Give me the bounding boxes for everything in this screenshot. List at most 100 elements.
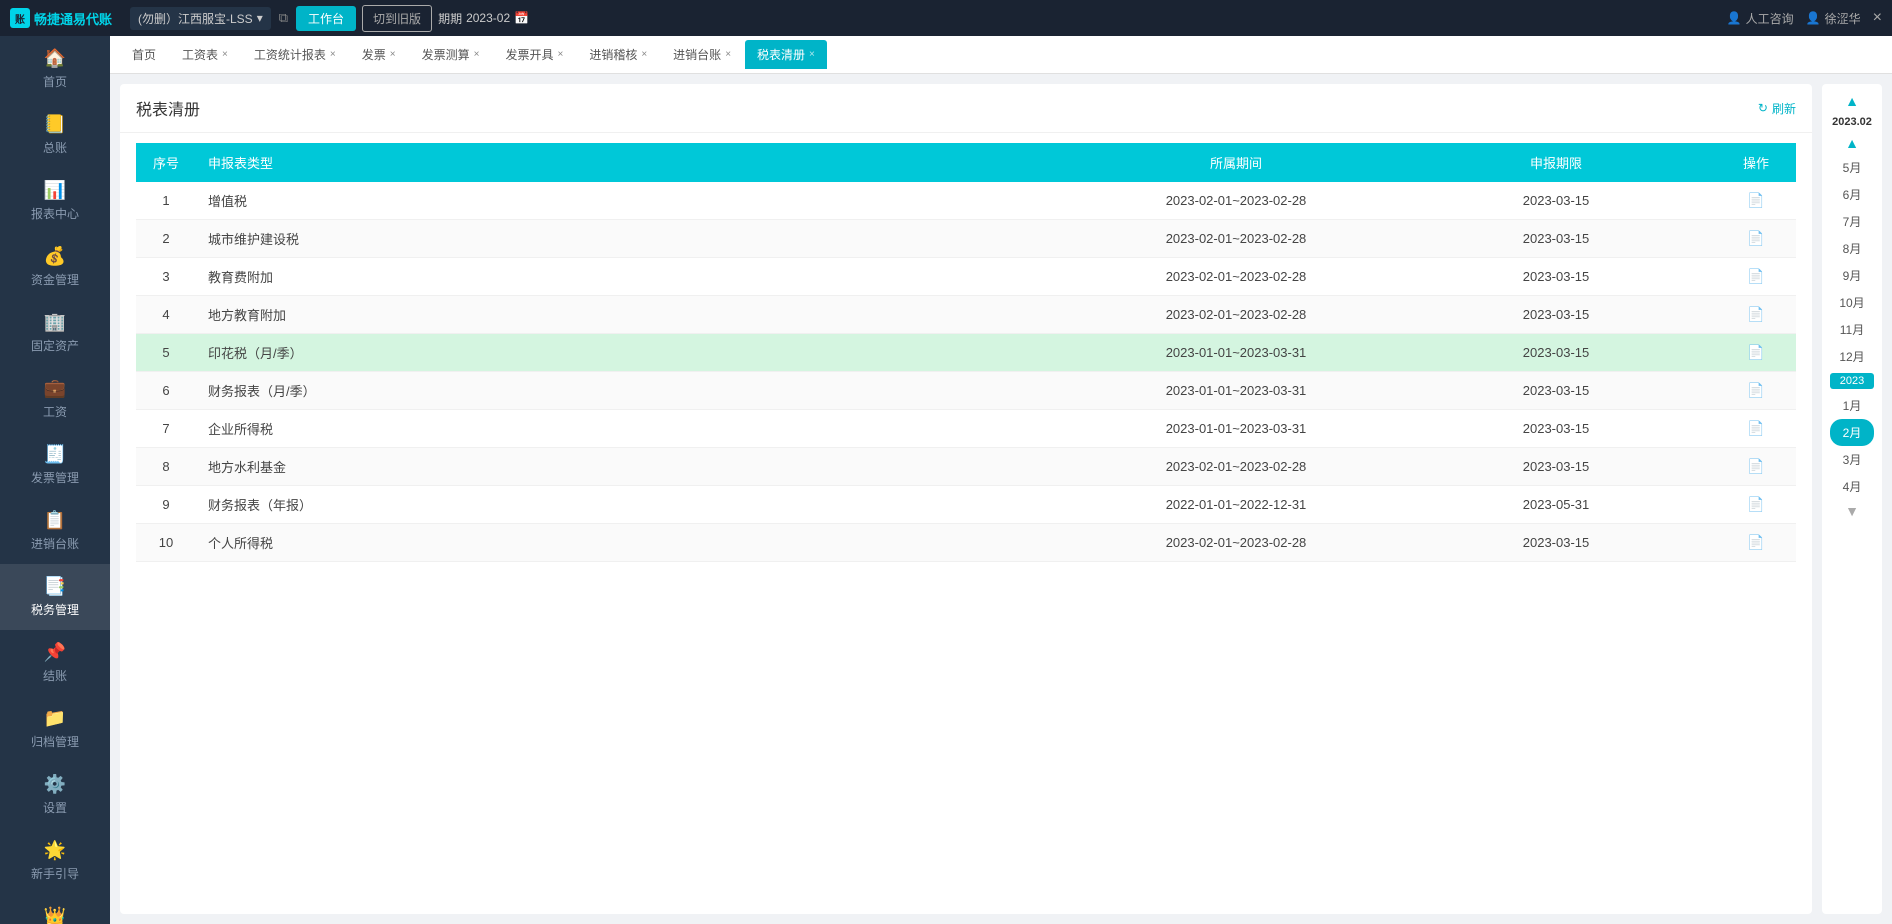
date-nav-down[interactable]: ▼	[1842, 500, 1862, 522]
cell-period: 2023-02-01~2023-02-28	[1076, 524, 1396, 562]
cell-no: 5	[136, 334, 196, 372]
tab-close-icon[interactable]: ×	[330, 49, 336, 60]
col-action: 操作	[1716, 143, 1796, 182]
tab-home[interactable]: 首页	[120, 40, 168, 69]
action-icon[interactable]: 📄	[1747, 458, 1764, 474]
col-period: 所属期间	[1076, 143, 1396, 182]
cell-action: 📄	[1716, 182, 1796, 220]
month-5[interactable]: 5月	[1830, 154, 1874, 181]
date-nav-up[interactable]: ▲	[1842, 90, 1862, 112]
cell-deadline: 2023-03-15	[1396, 182, 1716, 220]
cell-no: 9	[136, 486, 196, 524]
tab-label: 发票	[362, 46, 386, 63]
action-icon[interactable]: 📄	[1747, 306, 1764, 322]
sidebar-item-member[interactable]: 👑 畅会员	[0, 894, 110, 924]
action-icon[interactable]: 📄	[1747, 192, 1764, 208]
cell-deadline: 2023-03-15	[1396, 410, 1716, 448]
calendar-icon[interactable]: 📅	[514, 11, 529, 25]
user-profile[interactable]: 👤 徐涩华	[1806, 10, 1861, 27]
sidebar-item-assets[interactable]: 🏢 固定资产	[0, 300, 110, 366]
month-6[interactable]: 6月	[1830, 181, 1874, 208]
sidebar-item-label: 设置	[43, 799, 67, 816]
user-name-label: 徐涩华	[1825, 10, 1861, 27]
date-nav-down2[interactable]: ▲	[1842, 132, 1862, 154]
tab-close-icon[interactable]: ×	[222, 49, 228, 60]
cell-action: 📄	[1716, 524, 1796, 562]
tab-label: 进销稽核	[589, 46, 637, 63]
cell-type: 地方教育附加	[196, 296, 1076, 334]
top-right: 👤 人工咨询 👤 徐涩华 ×	[1727, 9, 1882, 27]
sidebar-item-salary[interactable]: 💼 工资	[0, 366, 110, 432]
month-4[interactable]: 4月	[1830, 473, 1874, 500]
month-7[interactable]: 7月	[1830, 208, 1874, 235]
tab-close-icon[interactable]: ×	[557, 49, 563, 60]
sidebar: 🏠 首页 📒 总账 📊 报表中心 💰 资金管理 🏢 固定资产 💼 工资 🧾 发票…	[0, 36, 110, 924]
refresh-button[interactable]: ↻ 刷新	[1758, 100, 1796, 117]
tab-salary-stats[interactable]: 工资统计报表 ×	[242, 40, 348, 69]
month-11[interactable]: 11月	[1830, 316, 1874, 343]
sidebar-item-reports[interactable]: 📊 报表中心	[0, 168, 110, 234]
tab-invoice-issue[interactable]: 发票开具 ×	[493, 40, 575, 69]
month-2[interactable]: 2月	[1830, 419, 1874, 446]
tab-tax-list[interactable]: 税表清册 ×	[745, 40, 827, 69]
table-row: 2 城市维护建设税 2023-02-01~2023-02-28 2023-03-…	[136, 220, 1796, 258]
company-selector[interactable]: (勿删）江西服宝-LSS ▾	[130, 7, 271, 30]
sidebar-item-invoice[interactable]: 🧾 发票管理	[0, 432, 110, 498]
copy-icon[interactable]: ⧉	[279, 10, 288, 26]
company-dropdown-icon[interactable]: ▾	[257, 11, 263, 25]
sidebar-item-label: 归档管理	[31, 733, 79, 750]
month-9[interactable]: 9月	[1830, 262, 1874, 289]
sidebar-item-ledger[interactable]: 📒 总账	[0, 102, 110, 168]
action-icon[interactable]: 📄	[1747, 534, 1764, 550]
tax-table: 序号 申报表类型 所属期间 申报期限 操作 1 增值税 2023-02-01~2…	[136, 143, 1796, 562]
close-icon[interactable]: ×	[1873, 9, 1882, 27]
tab-invoice[interactable]: 发票 ×	[350, 40, 408, 69]
sidebar-item-home[interactable]: 🏠 首页	[0, 36, 110, 102]
action-icon[interactable]: 📄	[1747, 344, 1764, 360]
cell-action: 📄	[1716, 258, 1796, 296]
month-1[interactable]: 1月	[1830, 392, 1874, 419]
sidebar-item-settings[interactable]: ⚙️ 设置	[0, 762, 110, 828]
tab-close-icon[interactable]: ×	[641, 49, 647, 60]
month-12[interactable]: 12月	[1830, 343, 1874, 370]
tab-close-icon[interactable]: ×	[390, 49, 396, 60]
month-8[interactable]: 8月	[1830, 235, 1874, 262]
table-row: 6 财务报表（月/季） 2023-01-01~2023-03-31 2023-0…	[136, 372, 1796, 410]
table-header-row: 序号 申报表类型 所属期间 申报期限 操作	[136, 143, 1796, 182]
month-10[interactable]: 10月	[1830, 289, 1874, 316]
tab-close-icon[interactable]: ×	[474, 49, 480, 60]
action-icon[interactable]: 📄	[1747, 268, 1764, 284]
tab-purchase-verify[interactable]: 进销稽核 ×	[577, 40, 659, 69]
cell-action: 📄	[1716, 486, 1796, 524]
cell-deadline: 2023-05-31	[1396, 486, 1716, 524]
sidebar-item-guide[interactable]: 🌟 新手引导	[0, 828, 110, 894]
action-icon[interactable]: 📄	[1747, 382, 1764, 398]
sidebar-item-tax[interactable]: 📑 税务管理	[0, 564, 110, 630]
service-link[interactable]: 👤 人工咨询	[1727, 10, 1794, 27]
service-icon: 👤	[1727, 11, 1742, 25]
cell-no: 2	[136, 220, 196, 258]
period-label: 期期	[438, 10, 462, 27]
sidebar-item-funds[interactable]: 💰 资金管理	[0, 234, 110, 300]
cell-action: 📄	[1716, 296, 1796, 334]
company-name: (勿删）江西服宝-LSS	[138, 10, 253, 27]
sidebar-item-archive[interactable]: 📁 归档管理	[0, 696, 110, 762]
cell-period: 2023-01-01~2023-03-31	[1076, 334, 1396, 372]
cell-type: 教育费附加	[196, 258, 1076, 296]
month-3[interactable]: 3月	[1830, 446, 1874, 473]
action-icon[interactable]: 📄	[1747, 420, 1764, 436]
tab-purchase-ledger[interactable]: 进销台账 ×	[661, 40, 743, 69]
sidebar-item-purchase-sales[interactable]: 📋 进销台账	[0, 498, 110, 564]
cell-type: 个人所得税	[196, 524, 1076, 562]
switch-button[interactable]: 切到旧版	[362, 5, 432, 32]
tab-invoice-calc[interactable]: 发票测算 ×	[410, 40, 492, 69]
tab-close-icon[interactable]: ×	[725, 49, 731, 60]
year-2023-label[interactable]: 2023	[1830, 373, 1874, 389]
tab-salary-table[interactable]: 工资表 ×	[170, 40, 240, 69]
tab-close-icon[interactable]: ×	[809, 49, 815, 60]
tab-label: 工资表	[182, 46, 218, 63]
workspace-button[interactable]: 工作台	[296, 6, 356, 31]
action-icon[interactable]: 📄	[1747, 230, 1764, 246]
sidebar-item-close[interactable]: 📌 结账	[0, 630, 110, 696]
action-icon[interactable]: 📄	[1747, 496, 1764, 512]
